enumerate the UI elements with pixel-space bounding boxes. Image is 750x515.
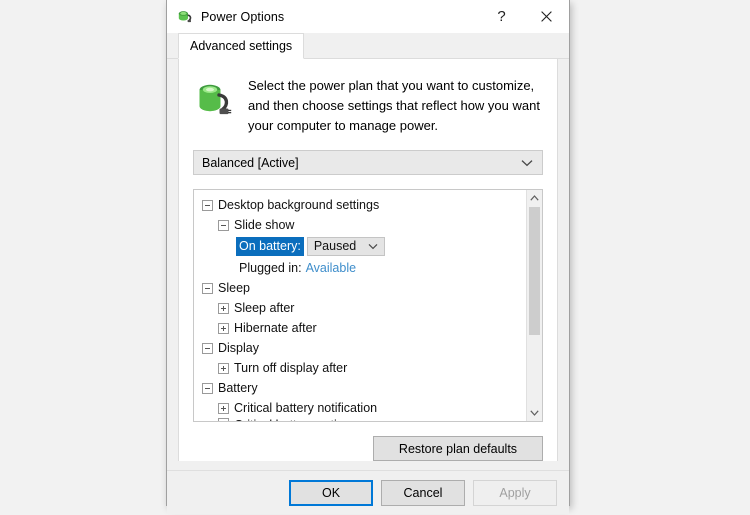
tree-node-label: Display bbox=[218, 341, 259, 355]
collapse-minus-icon[interactable] bbox=[218, 219, 229, 231]
title-bar-buttons: ? bbox=[479, 0, 569, 33]
tree-vertical-scrollbar[interactable] bbox=[526, 190, 542, 421]
tab-page-advanced-settings: Select the power plan that you want to c… bbox=[178, 59, 558, 461]
tree-node-hibernate-after[interactable]: Hibernate after bbox=[194, 318, 526, 338]
tree-node-label: Hibernate after bbox=[234, 321, 317, 335]
tree-node-label: Critical battery action bbox=[234, 418, 351, 421]
collapse-minus-icon[interactable] bbox=[202, 342, 213, 354]
power-plan-select[interactable]: Balanced [Active] bbox=[193, 150, 543, 175]
tree-node-critical-battery-notification[interactable]: Critical battery notification bbox=[194, 398, 526, 418]
window-title: Power Options bbox=[201, 9, 285, 24]
on-battery-value: Paused bbox=[313, 239, 357, 253]
title-bar: Power Options ? bbox=[167, 0, 569, 33]
setting-on-battery[interactable]: On battery: Paused bbox=[194, 235, 526, 257]
advanced-settings-tree: Desktop background settings Slide show O… bbox=[193, 189, 543, 422]
tree-node-slide-show[interactable]: Slide show bbox=[194, 215, 526, 235]
power-plug-battery-icon bbox=[176, 8, 194, 26]
tree-node-label: Critical battery notification bbox=[234, 401, 378, 415]
collapse-minus-icon[interactable] bbox=[202, 382, 213, 394]
apply-button: Apply bbox=[473, 479, 557, 506]
tree-node-label: Sleep after bbox=[234, 301, 295, 315]
on-battery-label: On battery: bbox=[236, 236, 304, 256]
collapse-minus-icon[interactable] bbox=[202, 282, 213, 294]
tree-node-label: Battery bbox=[218, 381, 258, 395]
cancel-button[interactable]: Cancel bbox=[381, 479, 465, 506]
power-plan-value: Balanced [Active] bbox=[202, 155, 299, 170]
on-battery-select[interactable]: Paused bbox=[306, 236, 385, 256]
intro-section: Select the power plan that you want to c… bbox=[193, 75, 543, 136]
tree-node-sleep[interactable]: Sleep bbox=[194, 278, 526, 298]
tree-node-display[interactable]: Display bbox=[194, 338, 526, 358]
scroll-up-button[interactable] bbox=[527, 190, 542, 206]
tree-node-label: Desktop background settings bbox=[218, 198, 380, 212]
tree-node-critical-battery-action[interactable]: Critical battery action bbox=[194, 418, 526, 421]
chevron-down-icon bbox=[368, 239, 378, 253]
expand-plus-icon[interactable] bbox=[218, 322, 229, 334]
tab-label: Advanced settings bbox=[190, 39, 293, 53]
scroll-down-button[interactable] bbox=[527, 405, 542, 421]
plugged-in-label: Plugged in: bbox=[239, 260, 302, 275]
tab-advanced-settings[interactable]: Advanced settings bbox=[178, 33, 305, 59]
setting-plugged-in[interactable]: Plugged in: Available bbox=[194, 257, 526, 278]
tab-strip: Advanced settings bbox=[167, 33, 569, 59]
chevron-down-icon bbox=[521, 154, 533, 172]
restore-row: Restore plan defaults bbox=[193, 436, 543, 461]
tree-node-turn-off-display-after[interactable]: Turn off display after bbox=[194, 358, 526, 378]
scrollbar-thumb[interactable] bbox=[529, 207, 540, 335]
ok-button[interactable]: OK bbox=[289, 479, 373, 506]
tree-node-battery[interactable]: Battery bbox=[194, 378, 526, 398]
restore-plan-defaults-button[interactable]: Restore plan defaults bbox=[373, 436, 543, 461]
dialog-footer: OK Cancel Apply bbox=[167, 470, 569, 514]
collapse-minus-icon[interactable] bbox=[202, 199, 213, 211]
tree-items: Desktop background settings Slide show O… bbox=[194, 190, 526, 421]
expand-plus-icon[interactable] bbox=[218, 302, 229, 314]
tree-node-label: Sleep bbox=[218, 281, 250, 295]
battery-power-cord-icon bbox=[193, 78, 235, 124]
tree-node-label: Slide show bbox=[234, 218, 295, 232]
close-button[interactable] bbox=[524, 0, 569, 33]
expand-plus-icon[interactable] bbox=[218, 402, 229, 414]
plugged-in-value[interactable]: Available bbox=[306, 261, 357, 275]
intro-text: Select the power plan that you want to c… bbox=[248, 78, 540, 133]
scrollbar-track[interactable] bbox=[527, 206, 542, 405]
tree-node-label: Turn off display after bbox=[234, 361, 348, 375]
tree-node-desktop-background-settings[interactable]: Desktop background settings bbox=[194, 195, 526, 215]
power-options-dialog: Power Options ? Advanced settings Select… bbox=[166, 0, 570, 514]
help-button[interactable]: ? bbox=[479, 0, 524, 33]
tree-node-sleep-after[interactable]: Sleep after bbox=[194, 298, 526, 318]
expand-plus-icon[interactable] bbox=[218, 362, 229, 374]
expand-plus-icon[interactable] bbox=[218, 418, 229, 421]
